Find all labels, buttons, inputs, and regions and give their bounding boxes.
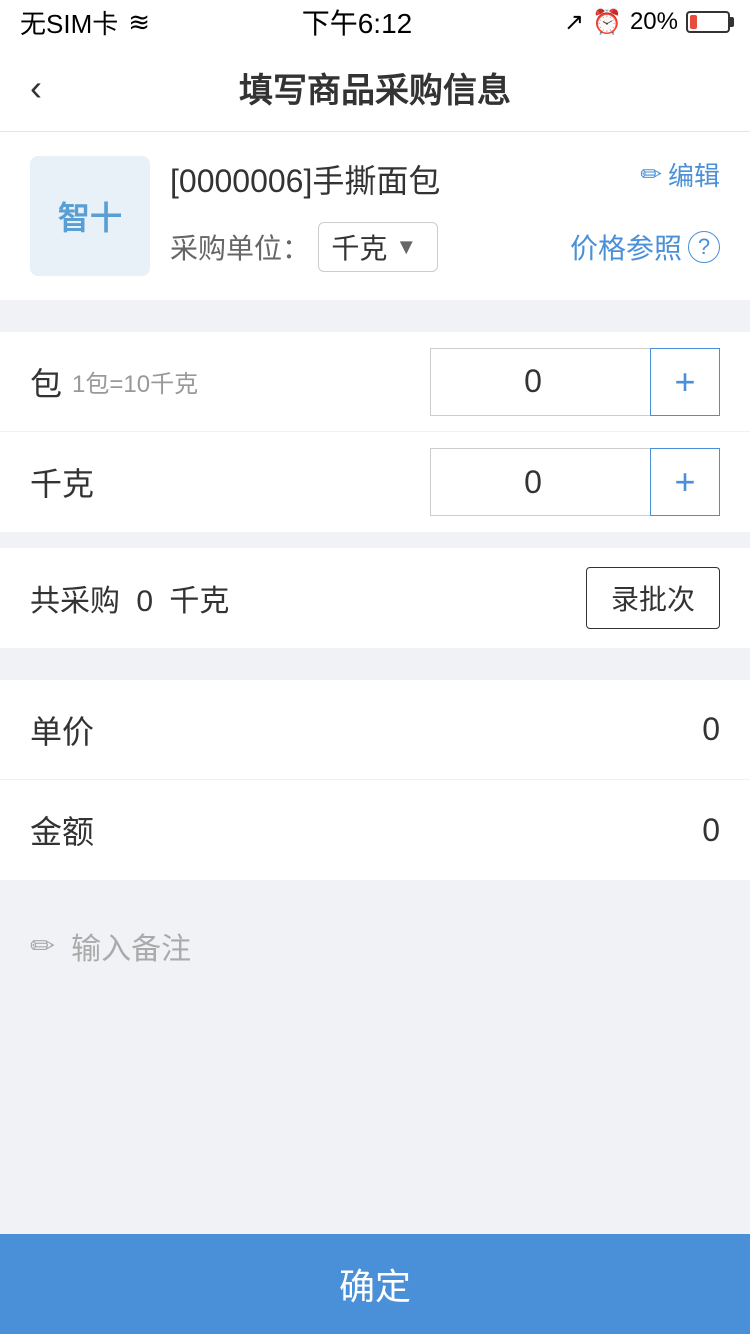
- back-button[interactable]: ‹: [30, 67, 42, 109]
- bao-plus-button[interactable]: +: [650, 348, 720, 416]
- battery-percent: 20%: [630, 8, 678, 36]
- battery-icon: [686, 11, 730, 33]
- bao-sublabel: 1包=10千克: [72, 364, 198, 399]
- page-title: 填写商品采购信息: [239, 63, 511, 112]
- unit-prefix: 采购单位：: [170, 233, 310, 264]
- unit-price-value: 0: [702, 711, 720, 748]
- bao-label: 包: [30, 359, 62, 405]
- status-bar: 无SIM卡 ≋ 下午6:12 ↗ ⏰ 20%: [0, 0, 750, 44]
- product-name: [0000006]手撕面包: [170, 156, 440, 202]
- confirm-button[interactable]: 确定: [0, 1234, 750, 1334]
- amount-label: 金额: [30, 807, 94, 853]
- summary-text: 共采购 0 千克: [30, 576, 229, 620]
- bao-row: 包 1包=10千克 +: [0, 332, 750, 432]
- carrier-text: 无SIM卡: [20, 4, 118, 41]
- status-time: 下午6:12: [302, 2, 413, 42]
- divider-2: [0, 664, 750, 680]
- summary-section: 共采购 0 千克 录批次: [0, 548, 750, 648]
- kg-plus-button[interactable]: +: [650, 448, 720, 516]
- location-icon: ↗: [564, 8, 584, 37]
- kg-input[interactable]: [430, 448, 650, 516]
- bao-input-wrap: +: [430, 348, 720, 416]
- divider-1: [0, 316, 750, 332]
- price-section: 单价 0 金额 0: [0, 680, 750, 880]
- notes-icon: ✏: [30, 929, 55, 964]
- summary-prefix: 共采购: [30, 585, 120, 618]
- kg-input-wrap: +: [430, 448, 720, 516]
- status-right: ↗ ⏰ 20%: [564, 8, 730, 37]
- product-info: [0000006]手撕面包 ✏ 编辑 采购单位： 千克 ▼ 价格参照 ?: [170, 156, 720, 272]
- price-ref-button[interactable]: 价格参照 ?: [570, 227, 720, 267]
- wifi-icon: ≋: [128, 7, 150, 38]
- edit-label: 编辑: [668, 156, 720, 193]
- bao-input[interactable]: [430, 348, 650, 416]
- kg-row: 千克 +: [0, 432, 750, 532]
- battery-level: [690, 15, 697, 29]
- nav-bar: ‹ 填写商品采购信息: [0, 44, 750, 132]
- unit-price-label: 单价: [30, 707, 94, 753]
- product-top-row: [0000006]手撕面包 ✏ 编辑: [170, 156, 720, 202]
- amount-row: 金额 0: [0, 780, 750, 880]
- alarm-icon: ⏰: [592, 8, 622, 37]
- summary-suffix: 千克: [169, 585, 229, 618]
- batch-button[interactable]: 录批次: [586, 567, 720, 629]
- product-section: 智十 [0000006]手撕面包 ✏ 编辑 采购单位： 千克 ▼ 价格参照 ?: [0, 132, 750, 300]
- unit-price-row: 单价 0: [0, 680, 750, 780]
- amount-value: 0: [702, 812, 720, 849]
- price-ref-label: 价格参照: [570, 227, 682, 267]
- notes-placeholder: 输入备注: [71, 924, 191, 968]
- unit-select[interactable]: 千克 ▼: [318, 222, 438, 272]
- status-left: 无SIM卡 ≋: [20, 4, 150, 41]
- kg-label: 千克: [30, 459, 94, 505]
- product-image: 智十: [30, 156, 150, 276]
- summary-amount: 0: [136, 585, 153, 618]
- unit-selector-wrap: 采购单位： 千克 ▼: [170, 222, 438, 272]
- edit-button[interactable]: ✏ 编辑: [640, 156, 720, 193]
- product-unit-row: 采购单位： 千克 ▼ 价格参照 ?: [170, 222, 720, 272]
- price-ref-icon: ?: [688, 231, 720, 263]
- edit-icon: ✏: [640, 159, 662, 190]
- unit-arrow: ▼: [395, 234, 417, 260]
- notes-section[interactable]: ✏ 输入备注: [0, 896, 750, 996]
- product-logo: 智十: [58, 193, 122, 239]
- quantity-section: 包 1包=10千克 + 千克 +: [0, 332, 750, 532]
- unit-value: 千克: [331, 227, 387, 267]
